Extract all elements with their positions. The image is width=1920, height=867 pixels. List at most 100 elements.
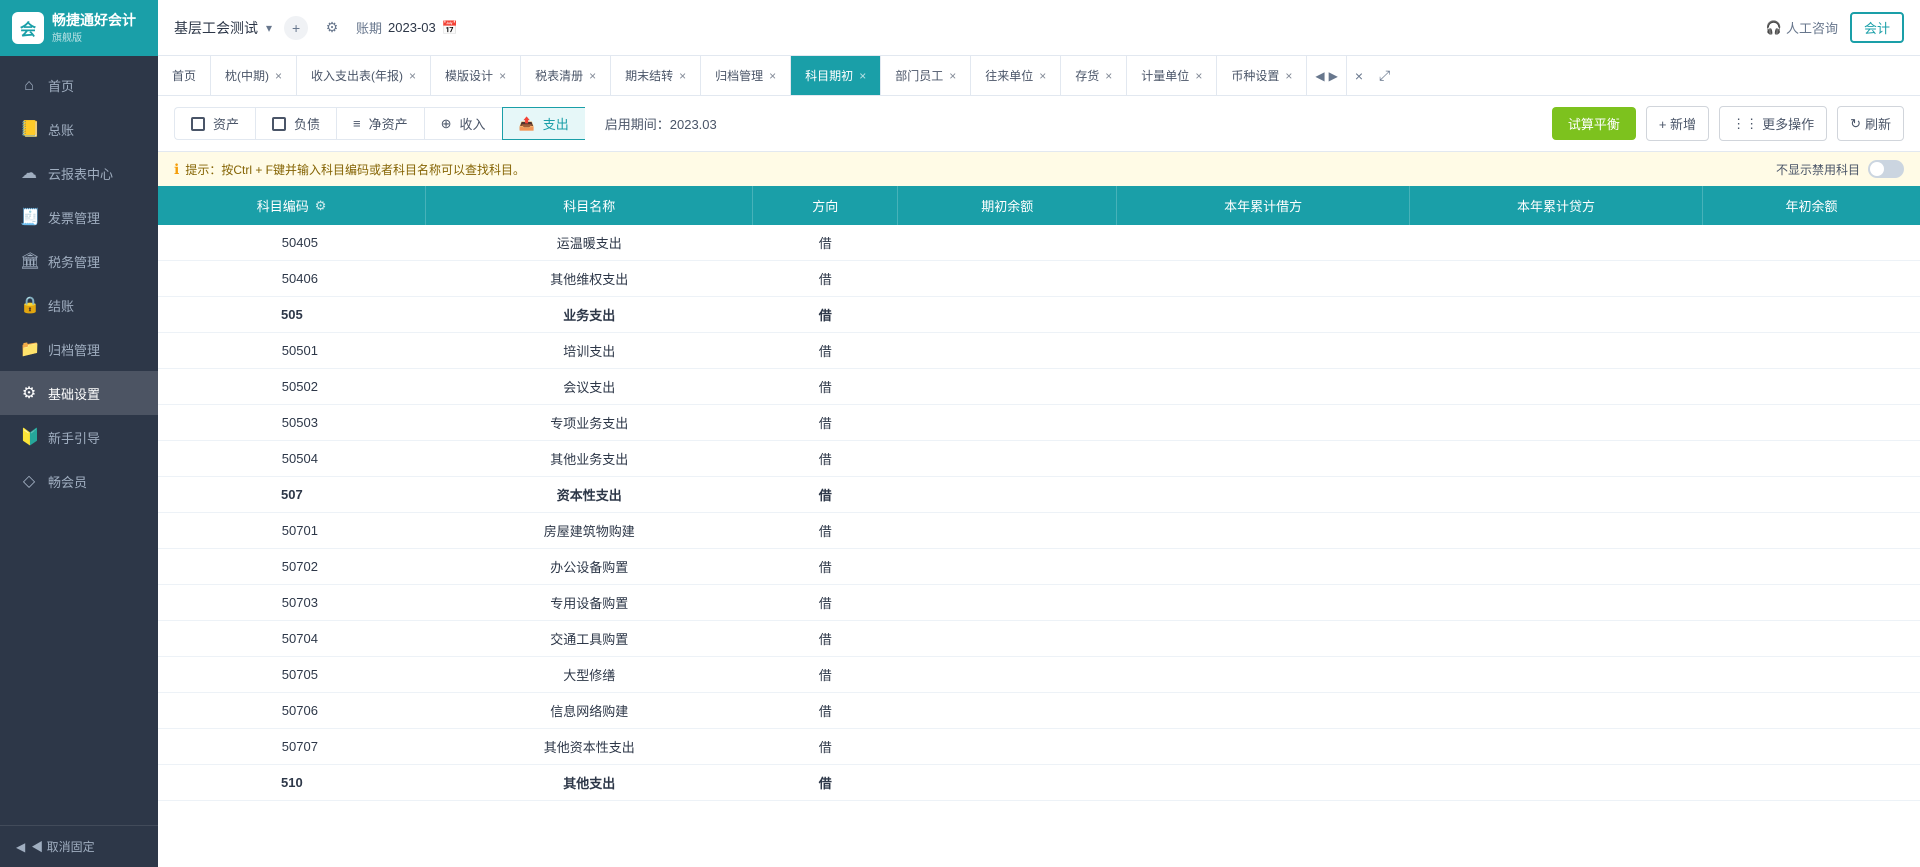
table-row[interactable]: 50705 大型修缮 借 (158, 657, 1920, 693)
sidebar-item-home[interactable]: ⌂ 首页 (0, 64, 158, 107)
cell-name: 其他支出 (426, 765, 753, 801)
member-icon: ◇ (20, 471, 38, 491)
cell-year-opening (1702, 585, 1920, 621)
table-row[interactable]: 50702 办公设备购置 借 (158, 549, 1920, 585)
tab-template[interactable]: 模版设计 × (431, 56, 521, 95)
sidebar-label-tax: 税务管理 (48, 252, 100, 271)
tab-close-deptstaff[interactable]: × (949, 69, 956, 83)
cell-ytd-debit (1117, 225, 1410, 261)
tab-deptstaff[interactable]: 部门员工 × (881, 56, 971, 95)
tab-close-yearend[interactable]: × (679, 69, 686, 83)
table-row[interactable]: 507 资本性支出 借 (158, 477, 1920, 513)
table-row[interactable]: 50504 其他业务支出 借 (158, 441, 1920, 477)
sidebar-item-guide[interactable]: 🔰 新手引导 (0, 415, 158, 459)
th-dir: 方向 (753, 186, 898, 225)
sidebar-item-settings[interactable]: ⚙ 基础设置 (0, 371, 158, 415)
workspace-dropdown-icon[interactable]: ▾ (266, 21, 272, 35)
tab-counterpart[interactable]: 往来单位 × (971, 56, 1061, 95)
calendar-icon[interactable]: 📅 (442, 20, 458, 36)
sidebar-item-ledger[interactable]: 📒 总账 (0, 107, 158, 151)
tab-close-currency[interactable]: × (1285, 69, 1292, 83)
table-row[interactable]: 50707 其他资本性支出 借 (158, 729, 1920, 765)
table-row[interactable]: 50701 房屋建筑物购建 借 (158, 513, 1920, 549)
tabbar-prev-button[interactable]: ◀ (1313, 67, 1326, 85)
cell-ytd-credit (1410, 585, 1703, 621)
cell-name: 其他资本性支出 (426, 729, 753, 765)
table-row[interactable]: 50502 会议支出 借 (158, 369, 1920, 405)
cell-ytd-credit (1410, 513, 1703, 549)
filter-tab-netasset[interactable]: ≡ 净资产 (336, 107, 424, 140)
tab-close-income[interactable]: × (409, 69, 416, 83)
help-button[interactable]: 🎧 人工咨询 (1766, 18, 1838, 37)
add-button[interactable]: + 新增 (1646, 106, 1709, 141)
cell-code: 50502 (158, 369, 426, 405)
filter-tab-liability[interactable]: 负债 (255, 107, 336, 140)
cell-ytd-debit (1117, 369, 1410, 405)
tab-taxclear[interactable]: 税表清册 × (521, 56, 611, 95)
sidebar-item-tax[interactable]: 🏛 税务管理 (0, 239, 158, 283)
toggle-disabled-subjects[interactable] (1868, 160, 1904, 178)
filter-tab-income[interactable]: ⊕ 收入 (424, 107, 502, 140)
cell-opening (898, 657, 1117, 693)
table-wrapper: 科目编码 ⚙ 科目名称 方向 期初余额 本年累计借方 本年累计贷方 年初余额 5… (158, 186, 1920, 867)
tab-inventory[interactable]: 存货 × (1061, 56, 1127, 95)
tab-close-unit[interactable]: × (1195, 69, 1202, 83)
toggle-knob (1870, 162, 1884, 176)
sidebar-collapse-btn[interactable]: ◀ ◀ 取消固定 (0, 825, 158, 867)
cell-dir: 借 (753, 693, 898, 729)
table-row[interactable]: 50501 培训支出 借 (158, 333, 1920, 369)
sidebar-label-reports: 云报表中心 (48, 164, 113, 183)
refresh-button[interactable]: ↻ 刷新 (1837, 106, 1904, 141)
table-row[interactable]: 50703 专用设备购置 借 (158, 585, 1920, 621)
tab-close-inventory[interactable]: × (1105, 69, 1112, 83)
sidebar-item-reports[interactable]: ☁ 云报表中心 (0, 151, 158, 195)
sidebar-item-member[interactable]: ◇ 畅会员 (0, 459, 158, 503)
cell-dir: 借 (753, 261, 898, 297)
table-row[interactable]: 50704 交通工具购置 借 (158, 621, 1920, 657)
cell-year-opening (1702, 477, 1920, 513)
tab-close-template[interactable]: × (499, 69, 506, 83)
more-button[interactable]: ⋮⋮ 更多操作 (1719, 106, 1827, 141)
toggle-container: 不显示禁用科目 (1776, 160, 1904, 178)
tab-income[interactable]: 收入支出表(年报) × (297, 56, 431, 95)
logo-icon: 会 (12, 12, 44, 44)
balance-button[interactable]: 试算平衡 (1552, 107, 1636, 140)
table-row[interactable]: 50503 专项业务支出 借 (158, 405, 1920, 441)
tab-close-taxclear[interactable]: × (589, 69, 596, 83)
table-row[interactable]: 50405 运温暖支出 借 (158, 225, 1920, 261)
filter-tab-expense[interactable]: 📤 支出 (502, 107, 585, 140)
sidebar-item-invoice[interactable]: 🧾 发票管理 (0, 195, 158, 239)
close-all-tabs-button[interactable]: × (1347, 56, 1371, 95)
tab-period[interactable]: 枕(中期) × (211, 56, 297, 95)
tab-close-archive[interactable]: × (769, 69, 776, 83)
add-workspace-button[interactable]: + (284, 16, 308, 40)
filter-tab-asset[interactable]: 资产 (174, 107, 255, 140)
column-settings-icon[interactable]: ⚙ (315, 198, 327, 214)
income-icon: ⊕ (441, 116, 452, 132)
tab-yearend[interactable]: 期末结转 × (611, 56, 701, 95)
tab-unit[interactable]: 计量单位 × (1127, 56, 1217, 95)
table-row[interactable]: 510 其他支出 借 (158, 765, 1920, 801)
expand-button[interactable]: ⤢ (1371, 56, 1398, 95)
sidebar-item-archive[interactable]: 📁 归档管理 (0, 327, 158, 371)
info-bar: ℹ 提示：按Ctrl + F键并输入科目编码或者科目名称可以查找科目。 不显示禁… (158, 152, 1920, 186)
cell-ytd-credit (1410, 729, 1703, 765)
tab-subjectperiod[interactable]: 科目期初 × (791, 56, 881, 95)
tab-home[interactable]: 首页 (158, 56, 211, 95)
tab-archive[interactable]: 归档管理 × (701, 56, 791, 95)
account-button[interactable]: 会计 (1850, 12, 1904, 43)
table-row[interactable]: 505 业务支出 借 (158, 297, 1920, 333)
table-row[interactable]: 50706 信息网络购建 借 (158, 693, 1920, 729)
cell-name: 培训支出 (426, 333, 753, 369)
tabbar-next-button[interactable]: ▶ (1327, 67, 1340, 85)
cell-ytd-debit (1117, 333, 1410, 369)
workspace-settings-button[interactable]: ⚙ (320, 16, 344, 40)
tab-currency[interactable]: 币种设置 × (1217, 56, 1307, 95)
tab-close-period[interactable]: × (275, 69, 282, 83)
workspace-title: 基层工会测试 ▾ (174, 18, 272, 38)
table-row[interactable]: 50406 其他维权支出 借 (158, 261, 1920, 297)
cell-name: 业务支出 (426, 297, 753, 333)
sidebar-item-close[interactable]: 🔒 结账 (0, 283, 158, 327)
tab-close-subjectperiod[interactable]: × (859, 69, 866, 83)
tab-close-counterpart[interactable]: × (1039, 69, 1046, 83)
